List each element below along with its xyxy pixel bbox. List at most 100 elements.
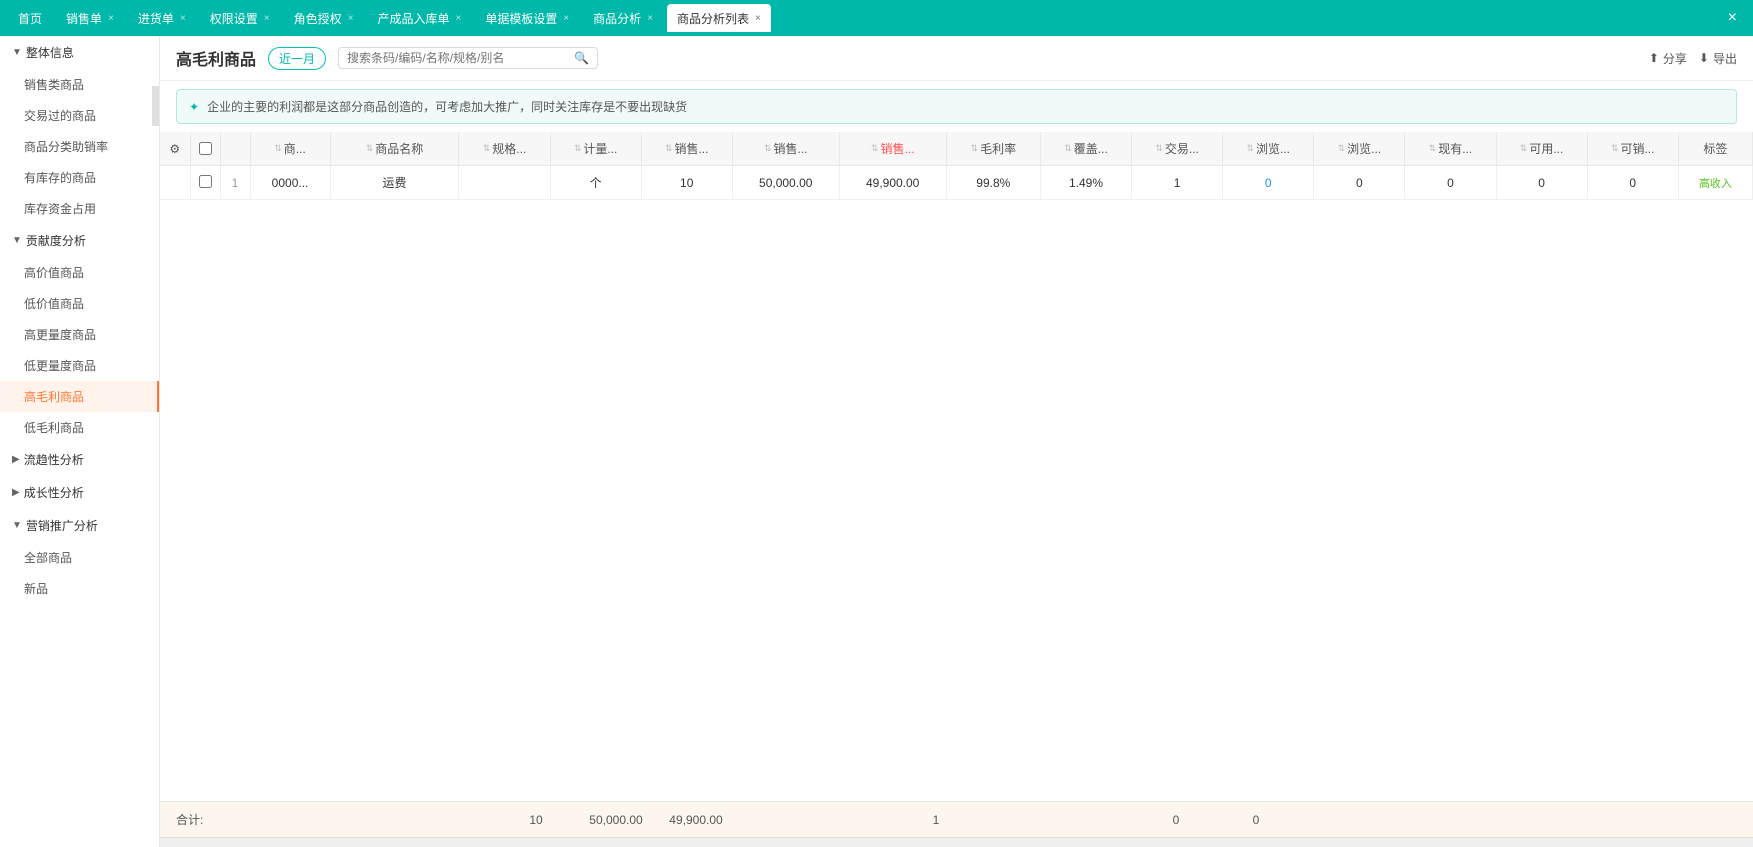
sidebar-group-contribution[interactable]: ▼ 贡献度分析 (0, 224, 159, 257)
row-checkbox[interactable] (190, 166, 220, 200)
close-all-button[interactable]: × (1720, 9, 1745, 27)
table-container: ⚙ ⇅ 商... (160, 132, 1753, 801)
col-name[interactable]: ⇅ 商品名称 (330, 132, 459, 166)
sort-icon-browse1: ⇅ (1246, 143, 1254, 154)
sidebar-collapse-button[interactable]: 《 (152, 86, 160, 126)
col-browse2[interactable]: ⇅ 浏览... (1314, 132, 1405, 166)
footer-available-stock: 0 (1216, 813, 1296, 827)
sidebar-group-overall[interactable]: ▼ 整体信息 (0, 36, 159, 69)
row-name: 运费 (330, 166, 459, 200)
sidebar-group-trend-label: 流趋性分析 (24, 451, 84, 468)
row-num: 1 (220, 166, 250, 200)
nav-tab-permissions[interactable]: 权限设置 × (200, 4, 280, 32)
row-select-checkbox[interactable] (199, 175, 212, 188)
footer-values: 10 50,000.00 49,900.00 1 0 0 (496, 813, 1296, 827)
sidebar-group-marketing[interactable]: ▼ 营销推广分析 (0, 509, 159, 542)
col-sellable-stock[interactable]: ⇅ 可销... (1587, 132, 1678, 166)
col-spec[interactable]: ⇅ 规格... (459, 132, 550, 166)
sort-icon-sales-qty: ⇅ (665, 143, 673, 154)
row-browse2: 0 (1314, 166, 1405, 200)
row-gross-rate: 99.8% (946, 166, 1040, 200)
col-current-stock[interactable]: ⇅ 现有... (1405, 132, 1496, 166)
nav-tab-template[interactable]: 单据模板设置 × (475, 4, 579, 32)
col-settings[interactable]: ⚙ (160, 132, 190, 166)
sidebar-items-overall: 销售类商品 交易过的商品 商品分类助销率 有库存的商品 库存资金占用 (0, 69, 159, 224)
col-available-stock[interactable]: ⇅ 可用... (1496, 132, 1587, 166)
nav-tab-home[interactable]: 首页 (8, 4, 52, 32)
sidebar-items-marketing: 全部商品 新品 (0, 542, 159, 604)
nav-tab-stock-in[interactable]: 产成品入库单 × (367, 4, 471, 32)
table-row: 1 0000... 运费 个 10 50,000.00 49,900.00 99… (160, 166, 1753, 200)
sidebar-item-high-margin[interactable]: 高毛利商品 (0, 381, 159, 412)
nav-tab-purchase[interactable]: 进货单 × (128, 4, 196, 32)
bottom-scrollbar[interactable] (160, 837, 1753, 847)
row-browse1[interactable]: 0 (1223, 166, 1314, 200)
nav-tab-purchase-label: 进货单 (138, 10, 174, 27)
sort-icon-sales-profit: ⇅ (871, 143, 879, 154)
col-transactions[interactable]: ⇅ 交易... (1132, 132, 1223, 166)
sidebar-item-stocked-goods[interactable]: 有库存的商品 (0, 162, 159, 193)
col-checkbox[interactable] (190, 132, 220, 166)
row-sales-amount: 50,000.00 (732, 166, 839, 200)
export-button[interactable]: ⬇ 导出 (1699, 50, 1737, 67)
nav-tab-roles-close[interactable]: × (348, 13, 354, 24)
nav-tab-analysis[interactable]: 商品分析 × (583, 4, 663, 32)
sidebar-item-stock-capital[interactable]: 库存资金占用 (0, 193, 159, 224)
top-nav: 首页 销售单 × 进货单 × 权限设置 × 角色授权 × 产成品入库单 × 单据… (0, 0, 1753, 36)
share-button[interactable]: ⬆ 分享 (1649, 50, 1687, 67)
sidebar-group-marketing-label: 营销推广分析 (26, 517, 98, 534)
nav-tab-roles[interactable]: 角色授权 × (284, 4, 364, 32)
col-unit[interactable]: ⇅ 计量... (550, 132, 641, 166)
sidebar-item-category-rate[interactable]: 商品分类助销率 (0, 131, 159, 162)
sidebar-group-trend[interactable]: ▶ 流趋性分析 (0, 443, 159, 476)
nav-tab-template-close[interactable]: × (563, 13, 569, 24)
sidebar-item-high-freq[interactable]: 高更量度商品 (0, 319, 159, 350)
nav-tab-sales[interactable]: 销售单 × (56, 4, 124, 32)
sidebar-item-low-value[interactable]: 低价值商品 (0, 288, 159, 319)
sort-icon-unit: ⇅ (574, 143, 582, 154)
col-coverage[interactable]: ⇅ 覆盖... (1040, 132, 1131, 166)
col-browse1[interactable]: ⇅ 浏览... (1223, 132, 1314, 166)
nav-tab-sales-close[interactable]: × (108, 13, 114, 24)
nav-tab-analysis-list-close[interactable]: × (755, 13, 761, 24)
col-sales-profit[interactable]: ⇅ 销售... (839, 132, 946, 166)
sort-icon-coverage: ⇅ (1064, 143, 1072, 154)
nav-tab-home-label: 首页 (18, 10, 42, 27)
filter-recent-month-button[interactable]: 近一月 (268, 47, 326, 70)
sidebar-item-new-goods[interactable]: 新品 (0, 573, 159, 604)
col-code[interactable]: ⇅ 商... (250, 132, 330, 166)
nav-tab-analysis-list[interactable]: 商品分析列表 × (667, 4, 771, 32)
sidebar: ▼ 整体信息 销售类商品 交易过的商品 商品分类助销率 有库存的商品 库存资金占… (0, 36, 160, 847)
sidebar-item-traded-goods[interactable]: 交易过的商品 (0, 100, 159, 131)
sidebar-item-low-freq[interactable]: 低更量度商品 (0, 350, 159, 381)
row-unit: 个 (550, 166, 641, 200)
row-settings (160, 166, 190, 200)
sidebar-item-all-goods[interactable]: 全部商品 (0, 542, 159, 573)
row-sales-qty: 10 (641, 166, 732, 200)
search-input[interactable] (347, 51, 574, 65)
table-body: 1 0000... 运费 个 10 50,000.00 49,900.00 99… (160, 166, 1753, 200)
info-banner: ✦ 企业的主要的利润都是这部分商品创造的，可考虑加大推广，同时关注库存是不要出现… (176, 89, 1737, 124)
sidebar-item-sales-goods[interactable]: 销售类商品 (0, 69, 159, 100)
table-header-row: ⚙ ⇅ 商... (160, 132, 1753, 166)
sidebar-item-low-margin[interactable]: 低毛利商品 (0, 412, 159, 443)
nav-tab-analysis-close[interactable]: × (647, 13, 653, 24)
row-current-stock: 0 (1405, 166, 1496, 200)
nav-tab-stock-in-close[interactable]: × (455, 13, 461, 24)
nav-tab-purchase-close[interactable]: × (180, 13, 186, 24)
col-sales-amount[interactable]: ⇅ 销售... (732, 132, 839, 166)
sort-icon-gross-rate: ⇅ (971, 143, 979, 154)
footer-sales-amount: 50,000.00 (576, 813, 656, 827)
sidebar-group-growth[interactable]: ▶ 成长性分析 (0, 476, 159, 509)
nav-tab-permissions-close[interactable]: × (264, 13, 270, 24)
sidebar-item-high-value[interactable]: 高价值商品 (0, 257, 159, 288)
sort-icon-code: ⇅ (274, 143, 282, 154)
sidebar-group-growth-label: 成长性分析 (24, 484, 84, 501)
select-all-checkbox[interactable] (199, 142, 212, 155)
col-gross-rate[interactable]: ⇅ 毛利率 (946, 132, 1040, 166)
col-tag: 标签 (1678, 132, 1752, 166)
col-sales-qty[interactable]: ⇅ 销售... (641, 132, 732, 166)
search-icon[interactable]: 🔍 (574, 51, 589, 65)
sidebar-group-contribution-label: 贡献度分析 (26, 232, 86, 249)
nav-tab-permissions-label: 权限设置 (210, 10, 258, 27)
